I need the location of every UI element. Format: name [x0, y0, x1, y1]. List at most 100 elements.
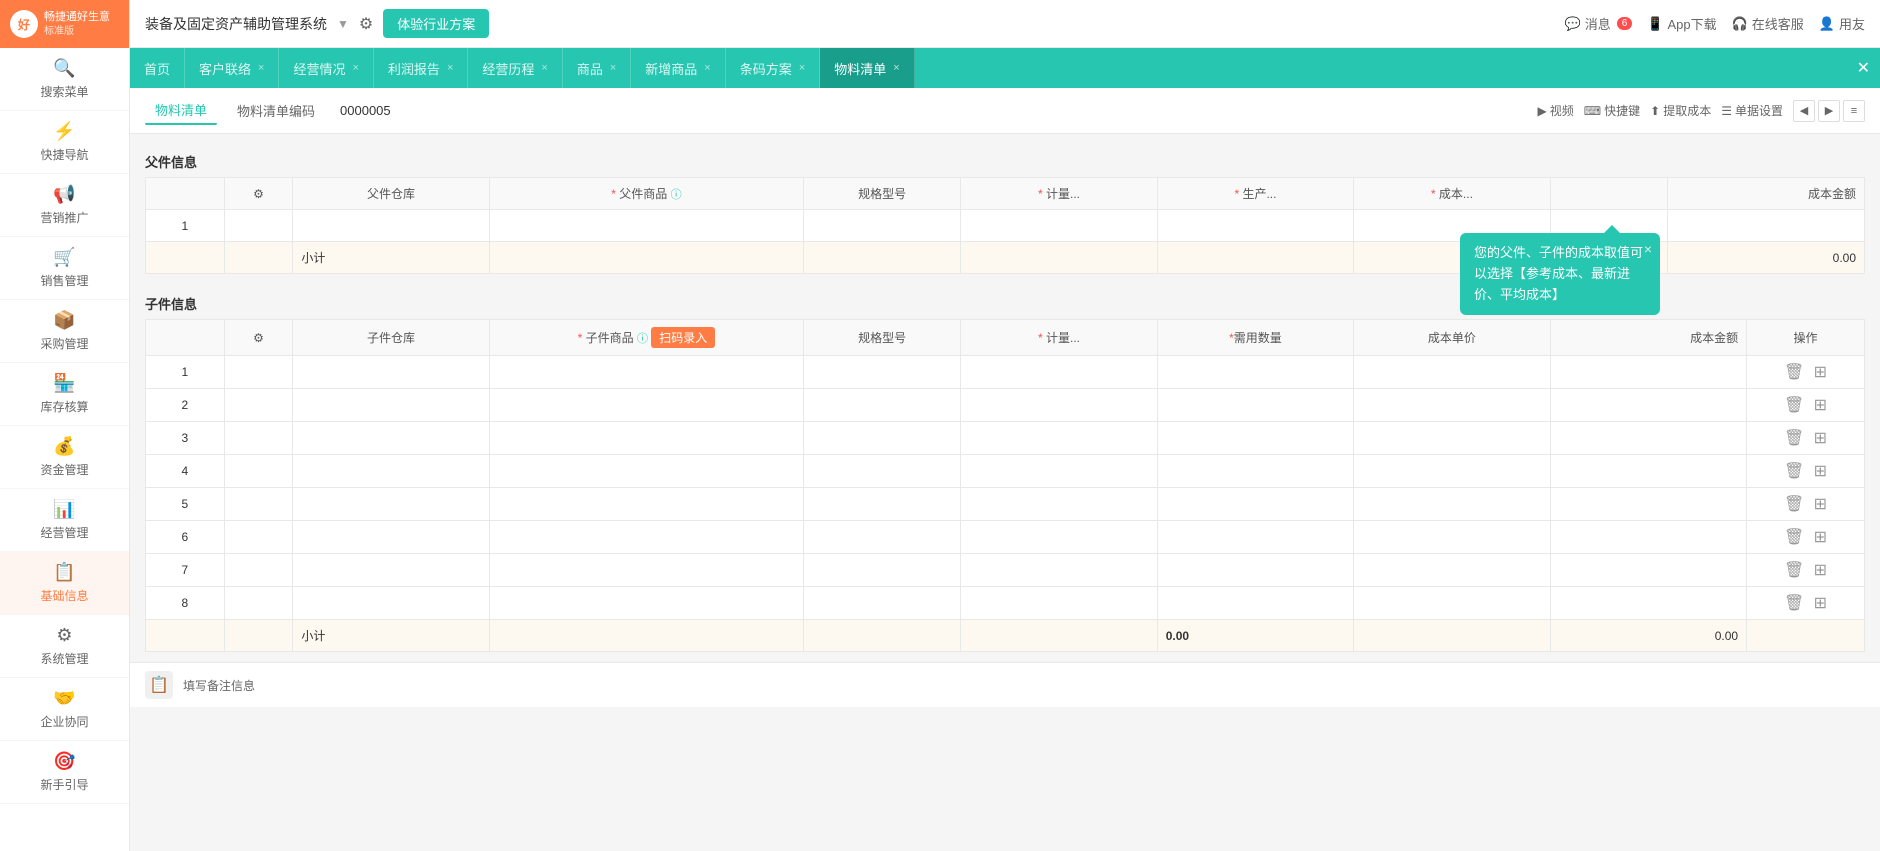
child-copy-btn-1[interactable]: ⊞ — [1811, 362, 1830, 382]
sidebar-item-sales[interactable]: 🛒销售管理 — [0, 237, 129, 300]
sidebar-item-system[interactable]: ⚙系统管理 — [0, 615, 129, 678]
nav-tab-close-operations[interactable]: × — [352, 62, 358, 74]
nav-next-btn[interactable]: ▶ — [1818, 100, 1840, 122]
sidebar-item-marketing[interactable]: 📢营销推广 — [0, 174, 129, 237]
sidebar-item-inventory[interactable]: 🏪库存核算 — [0, 363, 129, 426]
extract-cost-btn[interactable]: ⬆ 提取成本 — [1650, 102, 1711, 119]
nav-tab-close-profit[interactable]: × — [447, 62, 453, 74]
child-copy-btn-5[interactable]: ⊞ — [1811, 494, 1830, 514]
bottom-note-label[interactable]: 填写备注信息 — [183, 677, 255, 694]
single-setting-btn[interactable]: ☰ 单据设置 — [1721, 102, 1783, 119]
sidebar-item-enterprise[interactable]: 🤝企业协同 — [0, 678, 129, 741]
nav-tab-home[interactable]: 首页 — [130, 48, 185, 88]
child-row-warehouse-6[interactable] — [293, 521, 489, 554]
child-copy-btn-7[interactable]: ⊞ — [1811, 560, 1830, 580]
parent-row-spec[interactable] — [804, 210, 961, 242]
sidebar-item-basic_info[interactable]: 📋基础信息 — [0, 552, 129, 615]
child-row-warehouse-1[interactable] — [293, 356, 489, 389]
child-row-spec-8[interactable] — [804, 587, 961, 620]
child-row-required-4[interactable] — [1157, 455, 1353, 488]
child-row-unit-price-3[interactable] — [1354, 422, 1550, 455]
child-row-product-4[interactable] — [489, 455, 803, 488]
scan-input-btn[interactable]: 扫码录入 — [651, 327, 715, 348]
app-download-item[interactable]: 📱 App下载 — [1647, 14, 1716, 33]
child-row-spec-7[interactable] — [804, 554, 961, 587]
child-delete-btn-5[interactable]: 🗑 — [1781, 494, 1807, 514]
child-row-warehouse-8[interactable] — [293, 587, 489, 620]
child-row-qty-3[interactable] — [961, 422, 1157, 455]
child-row-unit-price-5[interactable] — [1354, 488, 1550, 521]
parent-th-gear[interactable]: ⚙ — [224, 178, 293, 210]
child-row-qty-7[interactable] — [961, 554, 1157, 587]
child-row-qty-8[interactable] — [961, 587, 1157, 620]
child-row-qty-1[interactable] — [961, 356, 1157, 389]
nav-tab-close-products[interactable]: × — [610, 62, 616, 74]
child-row-unit-price-4[interactable] — [1354, 455, 1550, 488]
nav-tab-operations[interactable]: 经营情况× — [279, 48, 373, 88]
child-row-required-7[interactable] — [1157, 554, 1353, 587]
child-row-qty-4[interactable] — [961, 455, 1157, 488]
child-row-unit-price-8[interactable] — [1354, 587, 1550, 620]
nav-tab-close-barcode[interactable]: × — [799, 62, 805, 74]
child-row-required-2[interactable] — [1157, 389, 1353, 422]
child-copy-btn-6[interactable]: ⊞ — [1811, 527, 1830, 547]
child-copy-btn-3[interactable]: ⊞ — [1811, 428, 1830, 448]
nav-list-btn[interactable]: ≡ — [1843, 100, 1865, 122]
child-row-required-3[interactable] — [1157, 422, 1353, 455]
child-row-required-1[interactable] — [1157, 356, 1353, 389]
online-service-item[interactable]: 🎧 在线客服 — [1732, 14, 1804, 33]
trial-button[interactable]: 体验行业方案 — [383, 9, 489, 38]
child-delete-btn-2[interactable]: 🗑 — [1781, 395, 1807, 415]
child-copy-btn-4[interactable]: ⊞ — [1811, 461, 1830, 481]
nav-tab-close-history[interactable]: × — [541, 62, 547, 74]
nav-tab-profit[interactable]: 利润报告× — [374, 48, 468, 88]
child-row-warehouse-5[interactable] — [293, 488, 489, 521]
child-row-product-5[interactable] — [489, 488, 803, 521]
child-row-product-3[interactable] — [489, 422, 803, 455]
nav-tab-close-new_product[interactable]: × — [704, 62, 710, 74]
child-row-required-6[interactable] — [1157, 521, 1353, 554]
child-row-qty-6[interactable] — [961, 521, 1157, 554]
child-row-product-6[interactable] — [489, 521, 803, 554]
child-row-product-1[interactable] — [489, 356, 803, 389]
child-row-required-5[interactable] — [1157, 488, 1353, 521]
parent-row-qty[interactable] — [961, 210, 1157, 242]
nav-prev-btn[interactable]: ◀ — [1793, 100, 1815, 122]
sidebar-item-operations_mgmt[interactable]: 📊经营管理 — [0, 489, 129, 552]
user-item[interactable]: 👤 用友 — [1819, 14, 1865, 33]
child-row-qty-2[interactable] — [961, 389, 1157, 422]
child-row-qty-5[interactable] — [961, 488, 1157, 521]
child-row-spec-6[interactable] — [804, 521, 961, 554]
message-item[interactable]: 💬 消息 6 — [1565, 14, 1633, 33]
child-row-unit-price-6[interactable] — [1354, 521, 1550, 554]
sidebar-item-finance[interactable]: 💰资金管理 — [0, 426, 129, 489]
child-row-product-7[interactable] — [489, 554, 803, 587]
child-row-product-8[interactable] — [489, 587, 803, 620]
child-row-spec-3[interactable] — [804, 422, 961, 455]
child-row-spec-1[interactable] — [804, 356, 961, 389]
child-row-required-8[interactable] — [1157, 587, 1353, 620]
child-delete-btn-8[interactable]: 🗑 — [1781, 593, 1807, 613]
nav-tab-products[interactable]: 商品× — [563, 48, 631, 88]
parent-row-warehouse[interactable] — [293, 210, 489, 242]
child-row-warehouse-4[interactable] — [293, 455, 489, 488]
nav-tab-close-bom[interactable]: × — [893, 62, 899, 74]
tooltip-close-btn[interactable]: × — [1644, 238, 1652, 260]
child-delete-btn-7[interactable]: 🗑 — [1781, 560, 1807, 580]
parent-row-product[interactable] — [489, 210, 803, 242]
sidebar-item-quick_nav[interactable]: ⚡快捷导航 — [0, 111, 129, 174]
child-delete-btn-6[interactable]: 🗑 — [1781, 527, 1807, 547]
child-delete-btn-3[interactable]: 🗑 — [1781, 428, 1807, 448]
parent-row-produce[interactable] — [1157, 210, 1353, 242]
child-row-spec-5[interactable] — [804, 488, 961, 521]
child-row-product-2[interactable] — [489, 389, 803, 422]
child-row-unit-price-1[interactable] — [1354, 356, 1550, 389]
child-row-unit-price-2[interactable] — [1354, 389, 1550, 422]
nav-tab-close-customer[interactable]: × — [258, 62, 264, 74]
nav-tab-bom[interactable]: 物料清单× — [820, 48, 914, 88]
nav-tab-customer[interactable]: 客户联络× — [185, 48, 279, 88]
child-row-spec-2[interactable] — [804, 389, 961, 422]
nav-tab-history[interactable]: 经营历程× — [468, 48, 562, 88]
child-row-spec-4[interactable] — [804, 455, 961, 488]
shortcut-btn[interactable]: ⌨ 快捷键 — [1584, 102, 1640, 119]
